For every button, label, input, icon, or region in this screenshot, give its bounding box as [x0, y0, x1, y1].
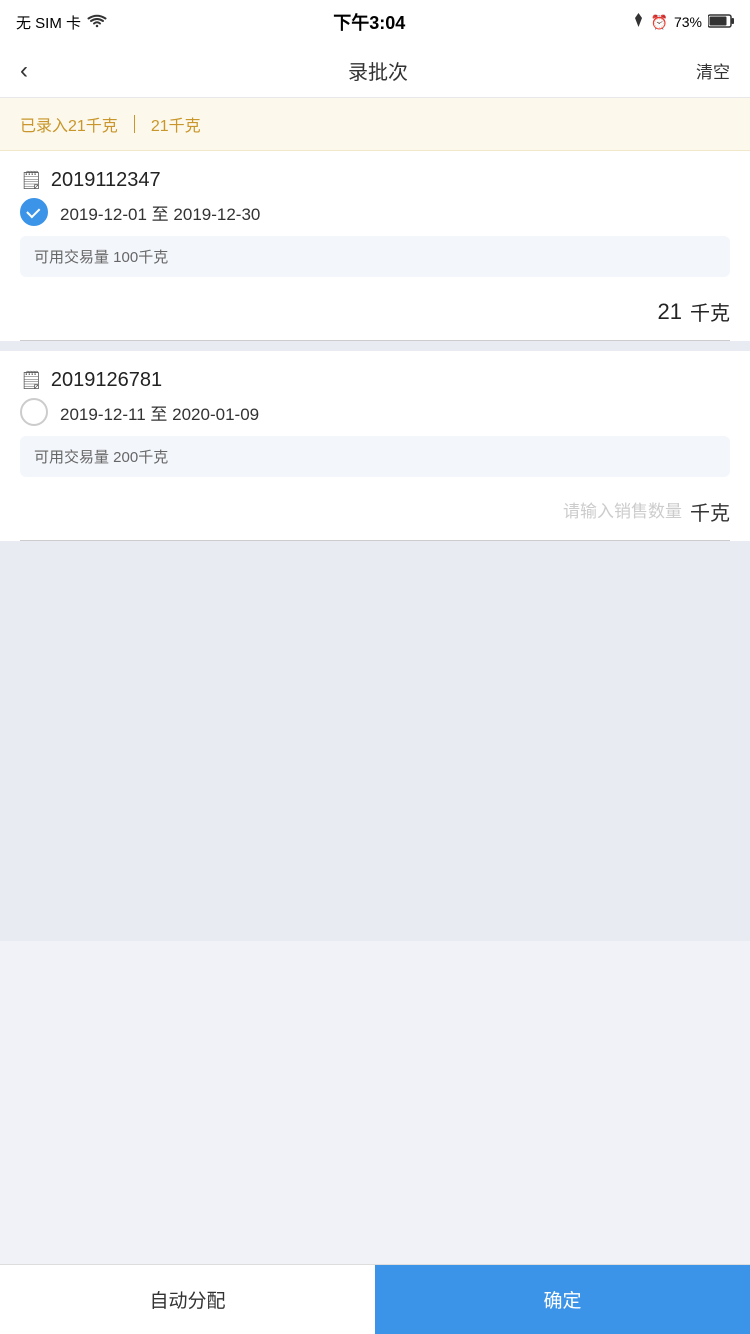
batch-2-amount-row: 千克: [0, 487, 750, 540]
batch-2-header: 🗒 2019126781: [20, 369, 730, 392]
batch-1-available: 可用交易量 100千克: [20, 236, 730, 277]
batch-2-unit: 千克: [690, 497, 730, 526]
confirm-button[interactable]: 确定: [375, 1265, 750, 1334]
carrier-label: 无 SIM 卡: [16, 12, 81, 33]
batch-1-icon: 🗒: [20, 170, 43, 191]
alarm-icon: ⏰: [651, 14, 668, 31]
batch-1-header: 🗒 2019112347: [20, 169, 730, 192]
banner-divider: [134, 115, 135, 133]
nav-bar: ‹ 录批次 清空: [0, 44, 750, 98]
batch-item-1: 🗒 2019112347 2019-12-01 至 2019-12-30 可用交…: [0, 151, 750, 277]
batch-2-available: 可用交易量 200千克: [20, 436, 730, 477]
batch-1-unit: 千克: [690, 297, 730, 326]
gray-area: [0, 541, 750, 941]
location-icon: [632, 13, 645, 31]
status-time: 下午3:04: [333, 9, 405, 35]
batch-1-amount-row: 千克: [0, 287, 750, 340]
batch-1-date-row: 2019-12-01 至 2019-12-30: [20, 198, 730, 226]
batch-2-date-row: 2019-12-11 至 2020-01-09: [20, 398, 730, 426]
batch-2-date: 2019-12-11 至 2020-01-09: [60, 400, 259, 425]
batch-1-date: 2019-12-01 至 2019-12-30: [60, 200, 260, 225]
batch-item-2: 🗒 2019126781 2019-12-11 至 2020-01-09 可用交…: [0, 351, 750, 477]
batch-card-2: 🗒 2019126781 2019-12-11 至 2020-01-09 可用交…: [0, 351, 750, 541]
battery-icon: [708, 14, 734, 31]
batch-divider: [0, 341, 750, 351]
page-title: 录批次: [348, 56, 408, 85]
status-left: 无 SIM 卡: [16, 12, 107, 33]
batch-2-id: 2019126781: [51, 369, 162, 392]
batch-2-icon: 🗒: [20, 370, 43, 391]
batch-1-id: 2019112347: [51, 169, 161, 192]
wifi-icon: [87, 13, 107, 32]
recorded-label: 已录入21千克: [20, 112, 118, 136]
clear-button[interactable]: 清空: [696, 58, 730, 83]
recorded-value: 21千克: [151, 112, 201, 136]
batch-2-amount-input[interactable]: [482, 502, 682, 522]
back-button[interactable]: ‹: [20, 57, 60, 85]
status-right: ⏰ 73%: [632, 13, 734, 31]
batch-1-radio[interactable]: [20, 198, 48, 226]
auto-assign-button[interactable]: 自动分配: [0, 1265, 375, 1334]
batch-1-amount-input[interactable]: [562, 299, 682, 325]
battery-pct: 73%: [674, 14, 702, 30]
batch-2-radio[interactable]: [20, 398, 48, 426]
info-banner: 已录入21千克 21千克: [0, 98, 750, 151]
batch-card-1: 🗒 2019112347 2019-12-01 至 2019-12-30 可用交…: [0, 151, 750, 341]
bottom-bar: 自动分配 确定: [0, 1264, 750, 1334]
status-bar: 无 SIM 卡 下午3:04 ⏰ 73%: [0, 0, 750, 44]
